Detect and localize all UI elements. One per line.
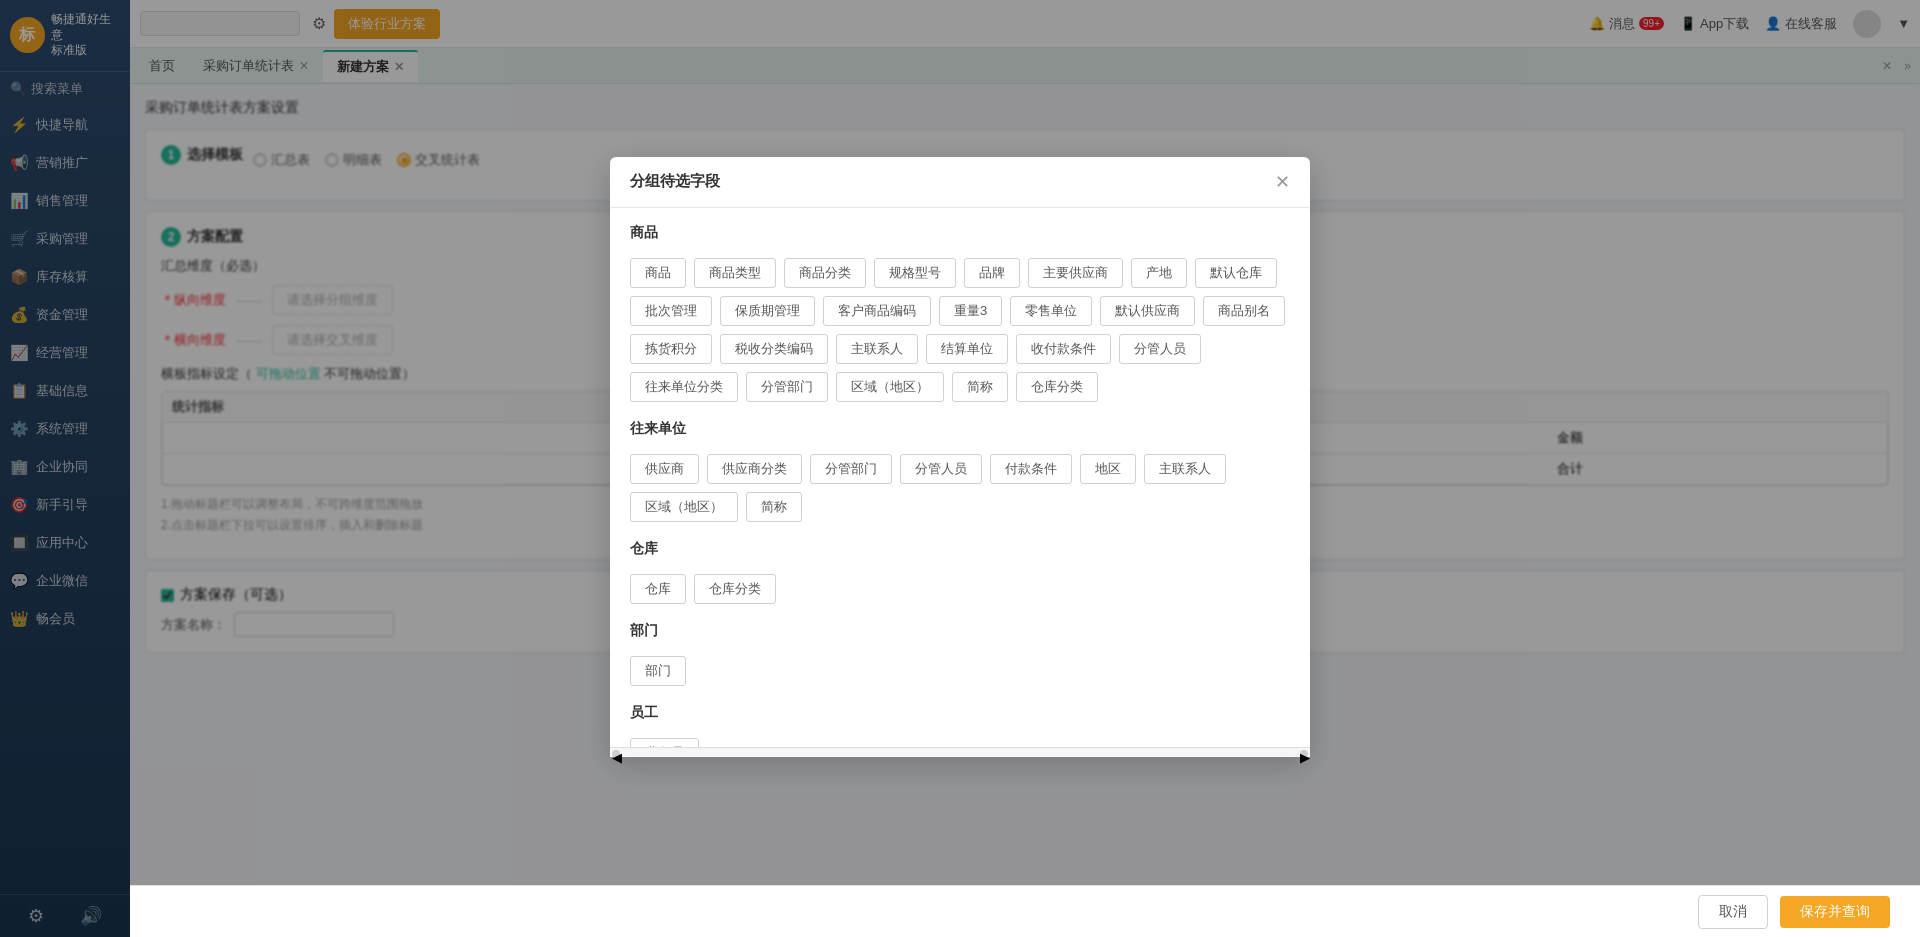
- field-section-title-partner: 往来单位: [630, 420, 1290, 444]
- save-button[interactable]: 保存并查询: [1780, 896, 1890, 928]
- field-section-partner: 往来单位供应商供应商分类分管部门分管人员付款条件地区主联系人区域（地区） 简称: [630, 420, 1290, 522]
- field-tag-供应商[interactable]: 供应商: [630, 454, 699, 484]
- field-tag-分管人员[interactable]: 分管人员: [900, 454, 982, 484]
- field-tag-重量3[interactable]: 重量3: [939, 296, 1002, 326]
- field-tags-employee: 业务员: [630, 738, 1290, 748]
- modal-body: 商品商品商品类型商品分类规格型号品牌主要供应商产地默认仓库批次管理保质期管理客户…: [610, 208, 1310, 748]
- field-tag-商品[interactable]: 商品: [630, 258, 686, 288]
- field-tag-客户商品编码[interactable]: 客户商品编码: [823, 296, 931, 326]
- field-tag-批次管理[interactable]: 批次管理: [630, 296, 712, 326]
- field-tag-仓库分类[interactable]: 仓库分类: [1016, 372, 1098, 402]
- field-tag-仓库分类[interactable]: 仓库分类: [694, 574, 776, 604]
- field-tag-结算单位[interactable]: 结算单位: [926, 334, 1008, 364]
- field-section-department: 部门部门: [630, 622, 1290, 686]
- field-tag-商品分类[interactable]: 商品分类: [784, 258, 866, 288]
- field-tags-department: 部门: [630, 656, 1290, 686]
- field-tag-默认供应商[interactable]: 默认供应商: [1100, 296, 1195, 326]
- field-tag-主联系人[interactable]: 主联系人: [836, 334, 918, 364]
- field-tag-商品别名[interactable]: 商品别名: [1203, 296, 1285, 326]
- modal-hscrollbar[interactable]: ◀ ▶: [610, 747, 1310, 756]
- field-tag-零售单位[interactable]: 零售单位: [1010, 296, 1092, 326]
- field-section-title-warehouse: 仓库: [630, 540, 1290, 564]
- field-tag-仓库[interactable]: 仓库: [630, 574, 686, 604]
- field-tag-简称[interactable]: 简称: [746, 492, 802, 522]
- field-tag-规格型号[interactable]: 规格型号: [874, 258, 956, 288]
- field-section-warehouse: 仓库仓库仓库分类: [630, 540, 1290, 604]
- cancel-button[interactable]: 取消: [1698, 895, 1768, 929]
- field-tag-品牌[interactable]: 品牌: [964, 258, 1020, 288]
- scroll-left-arrow[interactable]: ◀: [612, 750, 620, 758]
- field-tag-分管人员[interactable]: 分管人员: [1119, 334, 1201, 364]
- field-section-title-department: 部门: [630, 622, 1290, 646]
- field-tag-默认仓库[interactable]: 默认仓库: [1195, 258, 1277, 288]
- field-tag-主要供应商[interactable]: 主要供应商: [1028, 258, 1123, 288]
- field-tag-地区[interactable]: 地区: [1080, 454, 1136, 484]
- field-section-title-employee: 员工: [630, 704, 1290, 728]
- field-tag-收付款条件[interactable]: 收付款条件: [1016, 334, 1111, 364]
- modal-title: 分组待选字段: [630, 172, 720, 191]
- field-tags-product: 商品商品类型商品分类规格型号品牌主要供应商产地默认仓库批次管理保质期管理客户商品…: [630, 258, 1290, 402]
- field-tag-商品类型[interactable]: 商品类型: [694, 258, 776, 288]
- field-section-title-product: 商品: [630, 224, 1290, 248]
- field-tag-产地[interactable]: 产地: [1131, 258, 1187, 288]
- footer-bar: 取消 保存并查询: [130, 885, 1920, 937]
- modal-header: 分组待选字段 ✕: [610, 157, 1310, 208]
- field-tag-区域（地区）[interactable]: 区域（地区）: [836, 372, 944, 402]
- field-tags-partner: 供应商供应商分类分管部门分管人员付款条件地区主联系人区域（地区） 简称: [630, 454, 1290, 522]
- field-tag-往来单位分类[interactable]: 往来单位分类: [630, 372, 738, 402]
- field-section-product: 商品商品商品类型商品分类规格型号品牌主要供应商产地默认仓库批次管理保质期管理客户…: [630, 224, 1290, 402]
- field-tag-分管部门[interactable]: 分管部门: [810, 454, 892, 484]
- modal-close-btn[interactable]: ✕: [1275, 171, 1290, 193]
- field-tag-主联系人[interactable]: 主联系人: [1144, 454, 1226, 484]
- scroll-right-arrow[interactable]: ▶: [1300, 750, 1308, 758]
- field-tag-部门[interactable]: 部门: [630, 656, 686, 686]
- field-tag-简称[interactable]: 简称: [952, 372, 1008, 402]
- field-tag-拣货积分[interactable]: 拣货积分: [630, 334, 712, 364]
- field-tag-供应商分类[interactable]: 供应商分类: [707, 454, 802, 484]
- field-tag-保质期管理[interactable]: 保质期管理: [720, 296, 815, 326]
- field-tag-付款条件[interactable]: 付款条件: [990, 454, 1072, 484]
- field-select-modal: 分组待选字段 ✕ 商品商品商品类型商品分类规格型号品牌主要供应商产地默认仓库批次…: [610, 157, 1310, 757]
- field-tag-区域（地区）[interactable]: 区域（地区）: [630, 492, 738, 522]
- field-tag-业务员[interactable]: 业务员: [630, 738, 699, 748]
- field-tags-warehouse: 仓库仓库分类: [630, 574, 1290, 604]
- field-section-employee: 员工业务员: [630, 704, 1290, 748]
- field-tag-分管部门[interactable]: 分管部门: [746, 372, 828, 402]
- field-tag-税收分类编码[interactable]: 税收分类编码: [720, 334, 828, 364]
